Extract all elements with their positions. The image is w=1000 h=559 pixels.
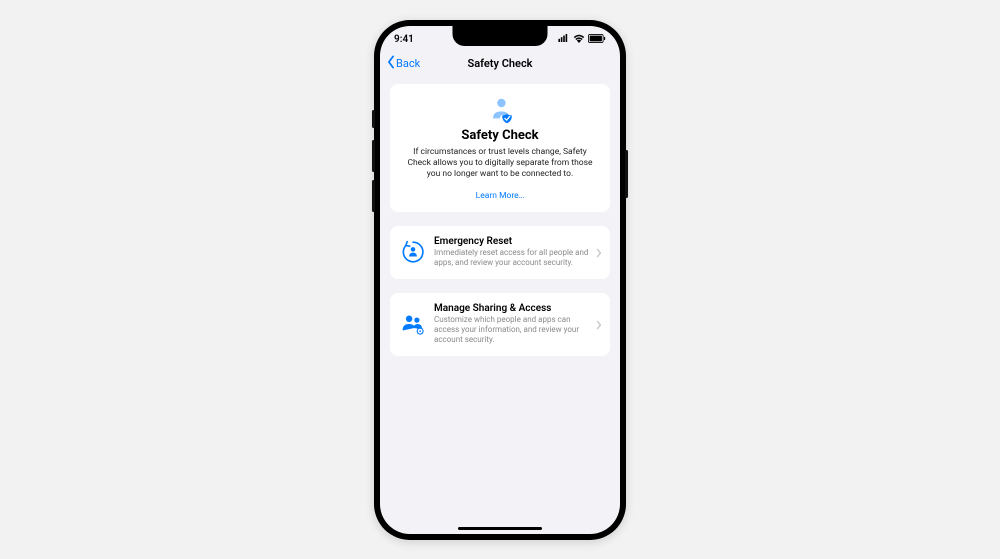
battery-icon xyxy=(588,34,606,46)
nav-bar: Back Safety Check xyxy=(380,54,620,78)
emergency-reset-row[interactable]: Emergency Reset Immediately reset access… xyxy=(390,226,610,279)
side-button xyxy=(625,150,628,198)
chevron-right-icon xyxy=(596,315,602,334)
wifi-icon xyxy=(573,34,585,46)
back-label: Back xyxy=(396,57,420,70)
home-indicator[interactable] xyxy=(458,527,542,530)
screen: 9:41 Back Safety Check xyxy=(380,26,620,534)
cellular-icon xyxy=(558,34,570,45)
emergency-reset-description: Immediately reset access for all people … xyxy=(434,248,596,269)
manage-sharing-icon xyxy=(400,311,426,337)
hero-description: If circumstances or trust levels change,… xyxy=(404,147,596,181)
chevron-right-icon xyxy=(596,243,602,262)
side-button xyxy=(372,180,375,212)
emergency-reset-text: Emergency Reset Immediately reset access… xyxy=(434,236,596,269)
manage-sharing-text: Manage Sharing & Access Customize which … xyxy=(434,303,596,346)
status-time: 9:41 xyxy=(394,34,414,45)
status-indicators xyxy=(558,34,606,46)
emergency-reset-title: Emergency Reset xyxy=(434,236,596,247)
notch xyxy=(453,26,548,46)
safety-check-hero-icon xyxy=(486,96,514,124)
manage-sharing-title: Manage Sharing & Access xyxy=(434,303,596,314)
content-area: Safety Check If circumstances or trust l… xyxy=(380,78,620,534)
hero-card: Safety Check If circumstances or trust l… xyxy=(390,84,610,212)
manage-sharing-description: Customize which people and apps can acce… xyxy=(434,315,596,346)
chevron-left-icon xyxy=(386,55,396,72)
learn-more-link[interactable]: Learn More… xyxy=(476,191,525,201)
side-button xyxy=(372,140,375,172)
phone-frame: 9:41 Back Safety Check xyxy=(374,20,626,540)
manage-sharing-row[interactable]: Manage Sharing & Access Customize which … xyxy=(390,293,610,356)
emergency-reset-icon xyxy=(400,239,426,265)
back-button[interactable]: Back xyxy=(386,55,420,72)
hero-title: Safety Check xyxy=(404,128,596,143)
side-button xyxy=(372,110,375,128)
